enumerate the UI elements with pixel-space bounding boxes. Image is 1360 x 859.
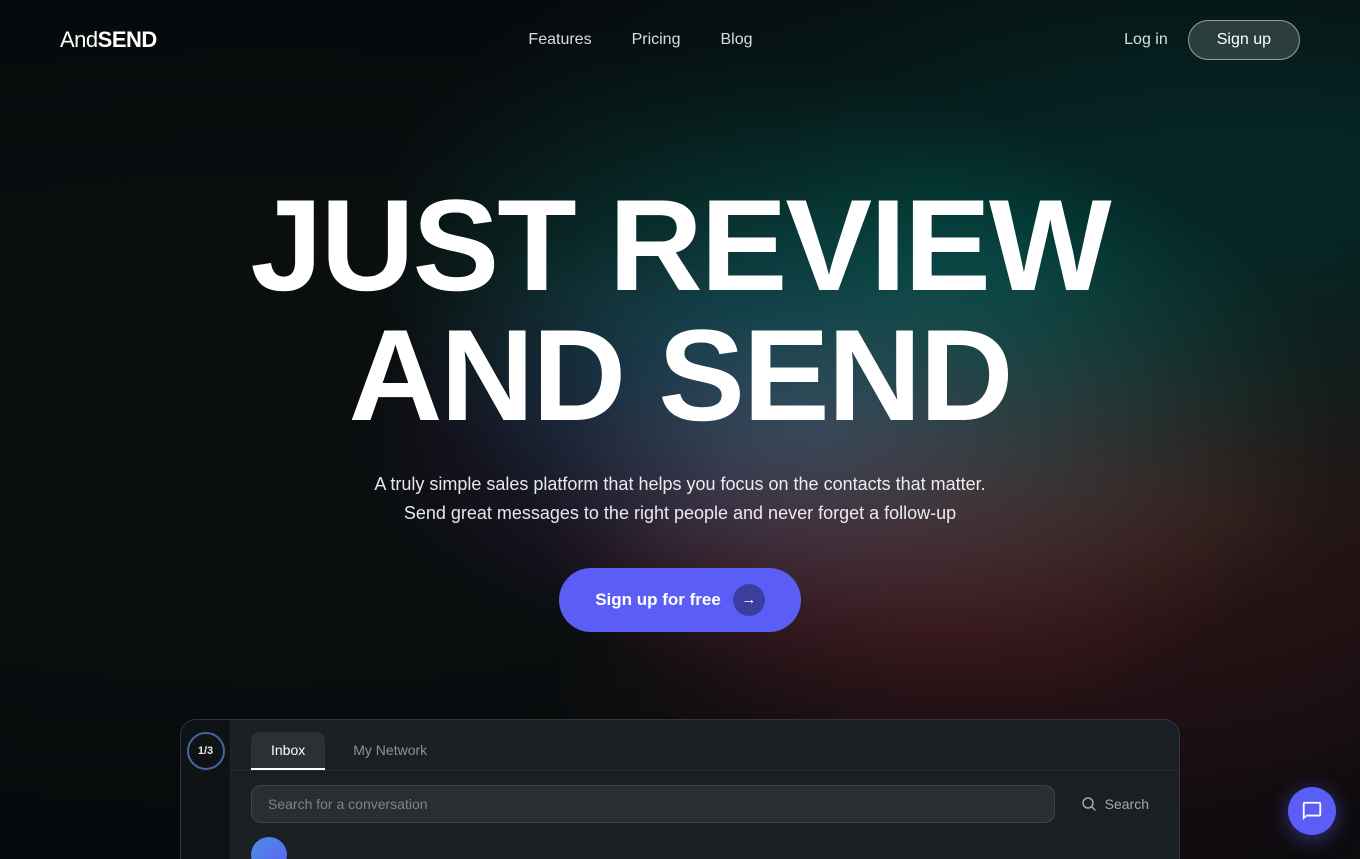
logo-text: AndSEND (60, 27, 157, 53)
nav-link-pricing[interactable]: Pricing (632, 31, 681, 49)
signup-button[interactable]: Sign up (1188, 20, 1300, 60)
nav-center: Features Pricing Blog (528, 31, 752, 49)
app-tabs: Inbox My Network (231, 720, 1179, 771)
nav-right: Log in Sign up (1124, 20, 1300, 60)
avatar (251, 837, 287, 859)
cta-button[interactable]: Sign up for free → (559, 568, 801, 632)
chat-icon (1301, 800, 1323, 822)
navbar: AndSEND Features Pricing Blog Log in Sig… (0, 0, 1360, 80)
cta-label: Sign up for free (595, 590, 721, 610)
logo-and: And (60, 27, 98, 52)
hero-subtitle: A truly simple sales platform that helps… (374, 470, 985, 528)
logo-send: SEND (98, 27, 157, 52)
app-search-action[interactable]: Search (1071, 796, 1159, 812)
app-preview: 1/3 Inbox My Network Search for a conver… (180, 719, 1180, 859)
search-action-label: Search (1105, 796, 1149, 812)
app-search-placeholder: Search for a conversation (268, 796, 428, 812)
nav-link-features[interactable]: Features (528, 31, 591, 49)
chat-support-button[interactable] (1288, 787, 1336, 835)
hero-title-line2: AND SEND (349, 302, 1012, 448)
hero-subtitle-line2: Send great messages to the right people … (404, 503, 956, 523)
login-button[interactable]: Log in (1124, 31, 1168, 49)
hero-subtitle-line1: A truly simple sales platform that helps… (374, 474, 985, 494)
cta-arrow-icon: → (733, 584, 765, 616)
app-main: Inbox My Network Search for a conversati… (231, 720, 1179, 859)
app-counter: 1/3 (187, 732, 225, 770)
app-search-bar[interactable]: Search for a conversation (251, 785, 1055, 823)
search-icon (1081, 796, 1097, 812)
nav-link-blog[interactable]: Blog (720, 31, 752, 49)
hero-title-line1: JUST REVIEW (250, 172, 1109, 318)
hero-section: JUST REVIEW AND SEND A truly simple sale… (0, 80, 1360, 632)
app-content-row: Search for a conversation Search (231, 771, 1179, 837)
app-avatar-row (231, 837, 1179, 859)
hero-title: JUST REVIEW AND SEND (250, 180, 1109, 440)
app-sidebar: 1/3 (181, 720, 231, 859)
app-tab-network[interactable]: My Network (333, 732, 447, 770)
app-tab-inbox[interactable]: Inbox (251, 732, 325, 770)
logo[interactable]: AndSEND (60, 27, 157, 53)
